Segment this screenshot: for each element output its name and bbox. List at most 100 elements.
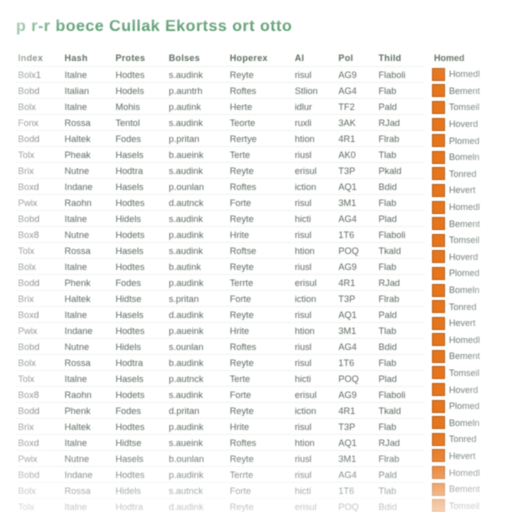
table-cell: 4R1 [334, 275, 374, 291]
table-cell: d.pritan [165, 403, 226, 419]
table-cell: Flaboli [374, 227, 424, 243]
table-cell: Bobd [14, 467, 61, 483]
legend-label: Bement [449, 484, 480, 494]
table-cell: Italne [61, 67, 112, 83]
swatch-icon [432, 250, 445, 263]
table-cell: Pwix [14, 323, 61, 339]
swatch-icon [432, 300, 445, 313]
table-cell: Hodtra [111, 163, 164, 179]
table-cell: 4R1 [334, 403, 374, 419]
table-cell: AQ1 [334, 435, 374, 451]
legend-item: Homedl [430, 332, 502, 349]
table-row: TolxItalneHaselsp.autnckTertehictiPOQPla… [14, 371, 424, 387]
table-row: BobdItalianHodelsp.auntrhRoftesStlionAG4… [14, 83, 424, 99]
table-cell: Haltek [61, 291, 112, 307]
page-title: p r-r boece Cullak Ekortss ort otto [16, 18, 502, 36]
table-cell: Nutne [61, 339, 112, 355]
table-cell: 3M1 [334, 195, 374, 211]
table-row: TolxPheakHaselsb.aueinkTerteriuslAK0Tlab [14, 147, 424, 163]
swatch-icon [432, 466, 445, 479]
table-cell: Bolx [14, 483, 61, 499]
swatch-icon [432, 151, 445, 164]
swatch-icon [432, 167, 445, 180]
table-cell: Flrab [374, 131, 424, 147]
table-cell: Bodd [14, 275, 61, 291]
legend-label: Plomed [449, 136, 480, 146]
table-cell: Bobd [14, 83, 61, 99]
column-header: Index [14, 50, 61, 67]
table-cell: p.audink [165, 467, 226, 483]
column-header: Pol [334, 50, 374, 67]
table-cell: Hasels [111, 243, 164, 259]
table-cell: Hodtes [111, 323, 164, 339]
legend-label: Bomeln [449, 152, 480, 162]
table-cell: htion [291, 435, 335, 451]
table-cell: erisul [291, 275, 335, 291]
table-cell: Hodtra [111, 355, 164, 371]
table-cell: Bodd [14, 131, 61, 147]
table-cell: Box8 [14, 387, 61, 403]
table-cell: p.audink [165, 419, 226, 435]
swatch-icon [432, 317, 445, 330]
table-cell: AQ1 [334, 179, 374, 195]
legend-label: Homedl [449, 468, 480, 478]
legend-item: Hoverd [430, 249, 502, 266]
table-cell: AG4 [334, 83, 374, 99]
table-row: BoxdIndaneHaselsp.ounlanRoftesictionAQ1B… [14, 179, 424, 195]
table-cell: Boxd [14, 179, 61, 195]
table-cell: Brix [14, 291, 61, 307]
table-cell: POQ [334, 371, 374, 387]
table-cell: Flab [374, 195, 424, 211]
table-cell: risul [291, 467, 335, 483]
legend-item: Bement [430, 215, 502, 232]
swatch-icon [432, 184, 445, 197]
table-cell: AG9 [334, 387, 374, 403]
table-cell: Tkald [374, 243, 424, 259]
legend-label: Tonred [449, 434, 477, 444]
table-cell: T3P [334, 419, 374, 435]
table-cell: Italne [61, 259, 112, 275]
table-cell: Pald [374, 99, 424, 115]
table-cell: b.ounlan [165, 451, 226, 467]
table-cell: Flab [374, 259, 424, 275]
table-row: FonxRossaTentols.audinkTeorteruxli3AKRJa… [14, 115, 424, 131]
table-row: BoxdItalneHidtses.aueinkRofteshtionAQ1RJ… [14, 435, 424, 451]
legend-label: Homedl [449, 69, 480, 79]
table-cell: Hasels [111, 179, 164, 195]
table-cell: Haltek [61, 419, 112, 435]
table-cell: Forte [226, 483, 291, 499]
table-cell: s.autnck [165, 483, 226, 499]
table-cell: Reyte [226, 67, 291, 83]
table-cell: idlur [291, 99, 335, 115]
table-cell: Phenk [61, 403, 112, 419]
table-cell: Pkald [374, 163, 424, 179]
swatch-icon [432, 134, 445, 147]
swatch-icon [432, 366, 445, 379]
table-cell: Hodtes [111, 467, 164, 483]
legend-label: Bomeln [449, 285, 480, 295]
table-cell: Tkald [374, 403, 424, 419]
table-cell: p.aueink [165, 323, 226, 339]
table-cell: Bodd [14, 403, 61, 419]
table-cell: s.audink [165, 387, 226, 403]
table-cell: b.aueink [165, 147, 226, 163]
table-cell: Reyte [226, 451, 291, 467]
swatch-icon [432, 234, 445, 247]
table-cell: 3M1 [334, 323, 374, 339]
table-cell: AK0 [334, 147, 374, 163]
table-cell: Boxd [14, 307, 61, 323]
table-cell: Reyte [226, 211, 291, 227]
legend-label: Bement [449, 351, 480, 361]
table-cell: hicti [291, 483, 335, 499]
swatch-icon [432, 284, 445, 297]
table-cell: Hodets [111, 387, 164, 403]
table-cell: Stlion [291, 83, 335, 99]
table-cell: b.audink [165, 355, 226, 371]
table-cell: Hidels [111, 339, 164, 355]
table-cell: 1T6 [334, 227, 374, 243]
table-header: IndexHashProtesBolsesHoperexAlPolThild [14, 50, 424, 67]
table-cell: Italne [61, 371, 112, 387]
table-cell: Pald [374, 307, 424, 323]
table-cell: hicti [291, 371, 335, 387]
table-cell: Tlab [374, 323, 424, 339]
